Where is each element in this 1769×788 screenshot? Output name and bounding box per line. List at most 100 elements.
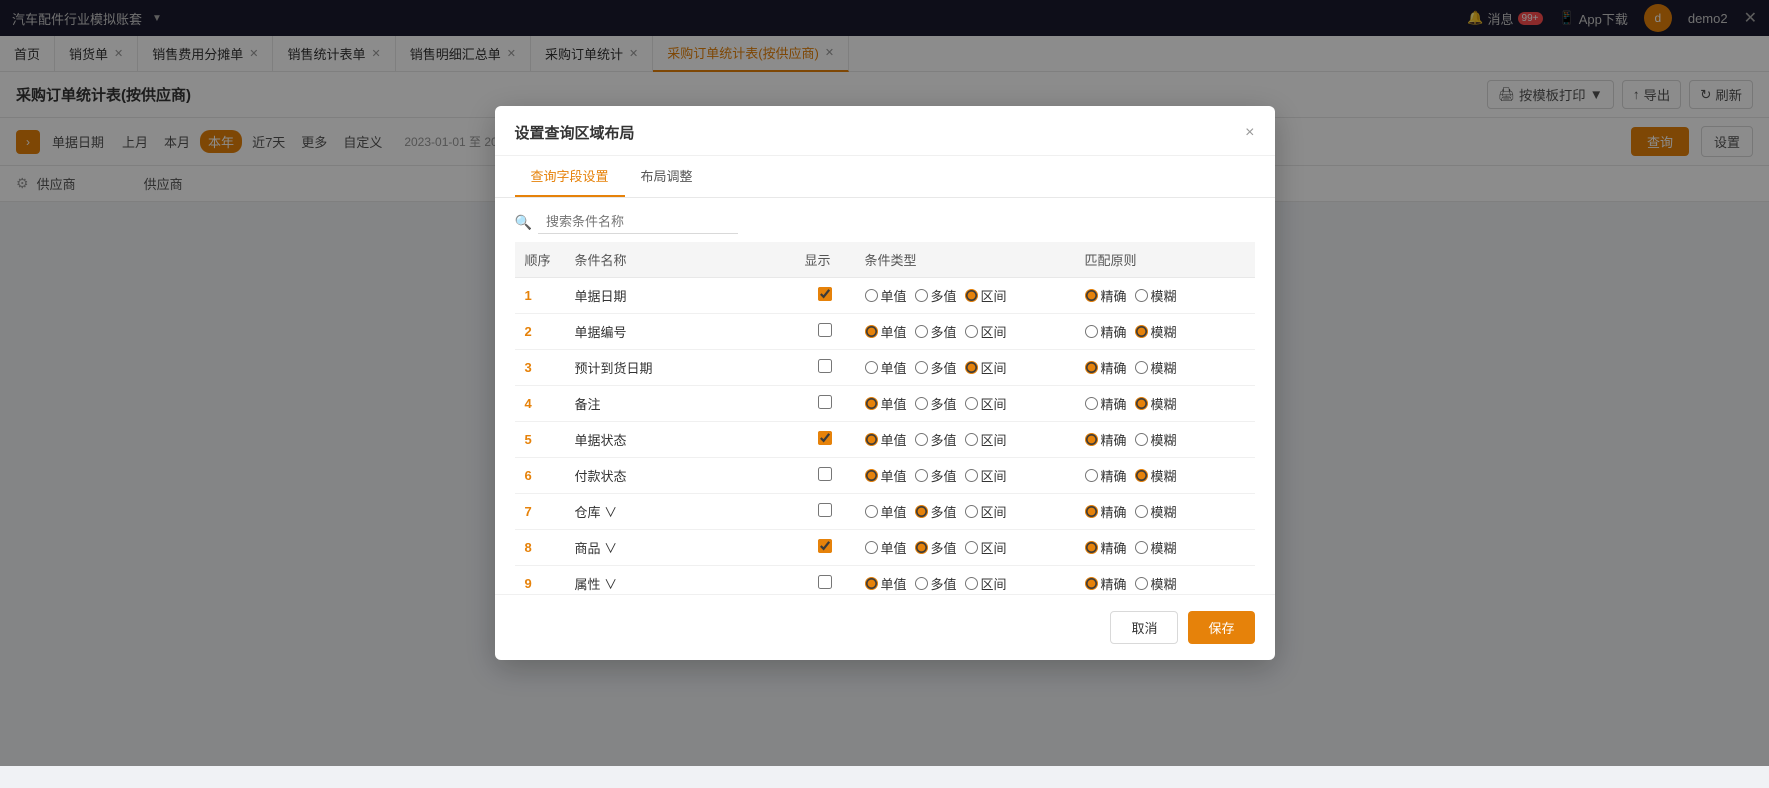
type-option-单值-6[interactable]: 单值 <box>865 502 907 521</box>
type-option-区间-5[interactable]: 区间 <box>965 466 1007 485</box>
row-display-4[interactable] <box>795 422 855 458</box>
cancel-button[interactable]: 取消 <box>1110 611 1178 644</box>
type-option-label-区间-5: 区间 <box>981 466 1007 485</box>
type-option-单值-5[interactable]: 单值 <box>865 466 907 485</box>
row-match-6: 精确模糊 <box>1075 494 1255 530</box>
match-option-label-精确-5: 精确 <box>1101 466 1127 485</box>
display-checkbox-7[interactable] <box>818 539 832 553</box>
type-option-label-单值-7: 单值 <box>881 538 907 557</box>
table-row: 9属性 ∨ 单值多值区间 精确 模糊 <box>515 566 1255 595</box>
type-option-label-单值-5: 单值 <box>881 466 907 485</box>
match-option-模糊-1[interactable]: 模糊 <box>1135 322 1177 341</box>
type-option-区间-1[interactable]: 区间 <box>965 322 1007 341</box>
tab-query-fields[interactable]: 查询字段设置 <box>515 156 625 197</box>
row-order-8: 9 <box>515 566 565 595</box>
match-option-label-模糊-5: 模糊 <box>1151 466 1177 485</box>
match-option-模糊-5[interactable]: 模糊 <box>1135 466 1177 485</box>
match-option-精确-3[interactable]: 精确 <box>1085 394 1127 413</box>
search-input[interactable] <box>538 210 738 234</box>
type-option-多值-6[interactable]: 多值 <box>915 502 957 521</box>
match-option-模糊-2[interactable]: 模糊 <box>1135 358 1177 377</box>
row-match-4: 精确模糊 <box>1075 422 1255 458</box>
col-header-type: 条件类型 <box>855 242 1075 278</box>
type-option-多值-7[interactable]: 多值 <box>915 538 957 557</box>
type-option-区间-8[interactable]: 区间 <box>965 574 1007 593</box>
row-match-1: 精确模糊 <box>1075 314 1255 350</box>
type-option-多值-0[interactable]: 多值 <box>915 286 957 305</box>
table-row: 4备注单值多值区间精确模糊 <box>515 386 1255 422</box>
type-option-多值-8[interactable]: 多值 <box>915 574 957 593</box>
row-display-0[interactable] <box>795 278 855 314</box>
type-option-区间-3[interactable]: 区间 <box>965 394 1007 413</box>
type-option-label-多值-2: 多值 <box>931 358 957 377</box>
type-option-多值-3[interactable]: 多值 <box>915 394 957 413</box>
type-option-单值-7[interactable]: 单值 <box>865 538 907 557</box>
type-option-label-单值-6: 单值 <box>881 502 907 521</box>
match-option-模糊-8[interactable]: 模糊 <box>1135 574 1177 593</box>
save-button[interactable]: 保存 <box>1188 611 1254 644</box>
type-option-单值-0[interactable]: 单值 <box>865 286 907 305</box>
match-option-精确-1[interactable]: 精确 <box>1085 322 1127 341</box>
type-option-多值-5[interactable]: 多值 <box>915 466 957 485</box>
type-option-单值-3[interactable]: 单值 <box>865 394 907 413</box>
match-option-label-模糊-8: 模糊 <box>1151 574 1177 593</box>
type-option-label-多值-0: 多值 <box>931 286 957 305</box>
display-checkbox-6[interactable] <box>818 503 832 517</box>
type-option-单值-4[interactable]: 单值 <box>865 430 907 449</box>
row-match-3: 精确模糊 <box>1075 386 1255 422</box>
type-option-区间-0[interactable]: 区间 <box>965 286 1007 305</box>
type-option-区间-2[interactable]: 区间 <box>965 358 1007 377</box>
type-option-区间-7[interactable]: 区间 <box>965 538 1007 557</box>
match-option-模糊-7[interactable]: 模糊 <box>1135 538 1177 557</box>
row-display-3[interactable] <box>795 386 855 422</box>
row-display-7[interactable] <box>795 530 855 566</box>
match-option-label-精确-6: 精确 <box>1101 502 1127 521</box>
dialog-header: 设置查询区域布局 × <box>495 106 1275 156</box>
match-option-精确-5[interactable]: 精确 <box>1085 466 1127 485</box>
type-option-区间-6[interactable]: 区间 <box>965 502 1007 521</box>
type-option-单值-2[interactable]: 单值 <box>865 358 907 377</box>
type-option-label-单值-4: 单值 <box>881 430 907 449</box>
table-row: 2单据编号单值多值区间精确模糊 <box>515 314 1255 350</box>
display-checkbox-4[interactable] <box>818 431 832 445</box>
type-option-多值-1[interactable]: 多值 <box>915 322 957 341</box>
match-option-精确-4[interactable]: 精确 <box>1085 430 1127 449</box>
type-option-单值-1[interactable]: 单值 <box>865 322 907 341</box>
match-option-模糊-4[interactable]: 模糊 <box>1135 430 1177 449</box>
display-checkbox-2[interactable] <box>818 359 832 373</box>
match-option-精确-2[interactable]: 精确 <box>1085 358 1127 377</box>
type-option-区间-4[interactable]: 区间 <box>965 430 1007 449</box>
match-option-精确-0[interactable]: 精确 <box>1085 286 1127 305</box>
match-option-精确-6[interactable]: 精确 <box>1085 502 1127 521</box>
match-option-模糊-6[interactable]: 模糊 <box>1135 502 1177 521</box>
row-match-8: 精确 模糊 <box>1075 566 1255 595</box>
row-name-8: 属性 ∨ <box>565 566 795 595</box>
type-option-单值-8[interactable]: 单值 <box>865 574 907 593</box>
display-checkbox-8[interactable] <box>818 575 832 589</box>
row-display-1[interactable] <box>795 314 855 350</box>
match-option-模糊-3[interactable]: 模糊 <box>1135 394 1177 413</box>
display-checkbox-5[interactable] <box>818 467 832 481</box>
table-row: 7仓库 ∨单值多值区间精确模糊 <box>515 494 1255 530</box>
display-checkbox-3[interactable] <box>818 395 832 409</box>
type-option-label-单值-2: 单值 <box>881 358 907 377</box>
tab-layout-adjust[interactable]: 布局调整 <box>625 156 709 197</box>
row-display-6[interactable] <box>795 494 855 530</box>
match-option-模糊-0[interactable]: 模糊 <box>1135 286 1177 305</box>
display-checkbox-0[interactable] <box>818 287 832 301</box>
type-option-多值-4[interactable]: 多值 <box>915 430 957 449</box>
display-checkbox-1[interactable] <box>818 323 832 337</box>
match-option-精确-7[interactable]: 精确 <box>1085 538 1127 557</box>
row-display-8[interactable] <box>795 566 855 595</box>
row-type-5: 单值多值 区间 <box>855 458 1075 494</box>
dialog-close-button[interactable]: × <box>1245 124 1254 142</box>
type-option-label-区间-3: 区间 <box>981 394 1007 413</box>
match-option-精确-8[interactable]: 精确 <box>1085 574 1127 593</box>
row-display-2[interactable] <box>795 350 855 386</box>
type-option-多值-2[interactable]: 多值 <box>915 358 957 377</box>
row-order-2: 3 <box>515 350 565 386</box>
match-option-label-精确-7: 精确 <box>1101 538 1127 557</box>
table-header-row: 顺序 条件名称 显示 条件类型 匹配原则 <box>515 242 1255 278</box>
row-name-0: 单据日期 <box>565 278 795 314</box>
row-display-5[interactable] <box>795 458 855 494</box>
